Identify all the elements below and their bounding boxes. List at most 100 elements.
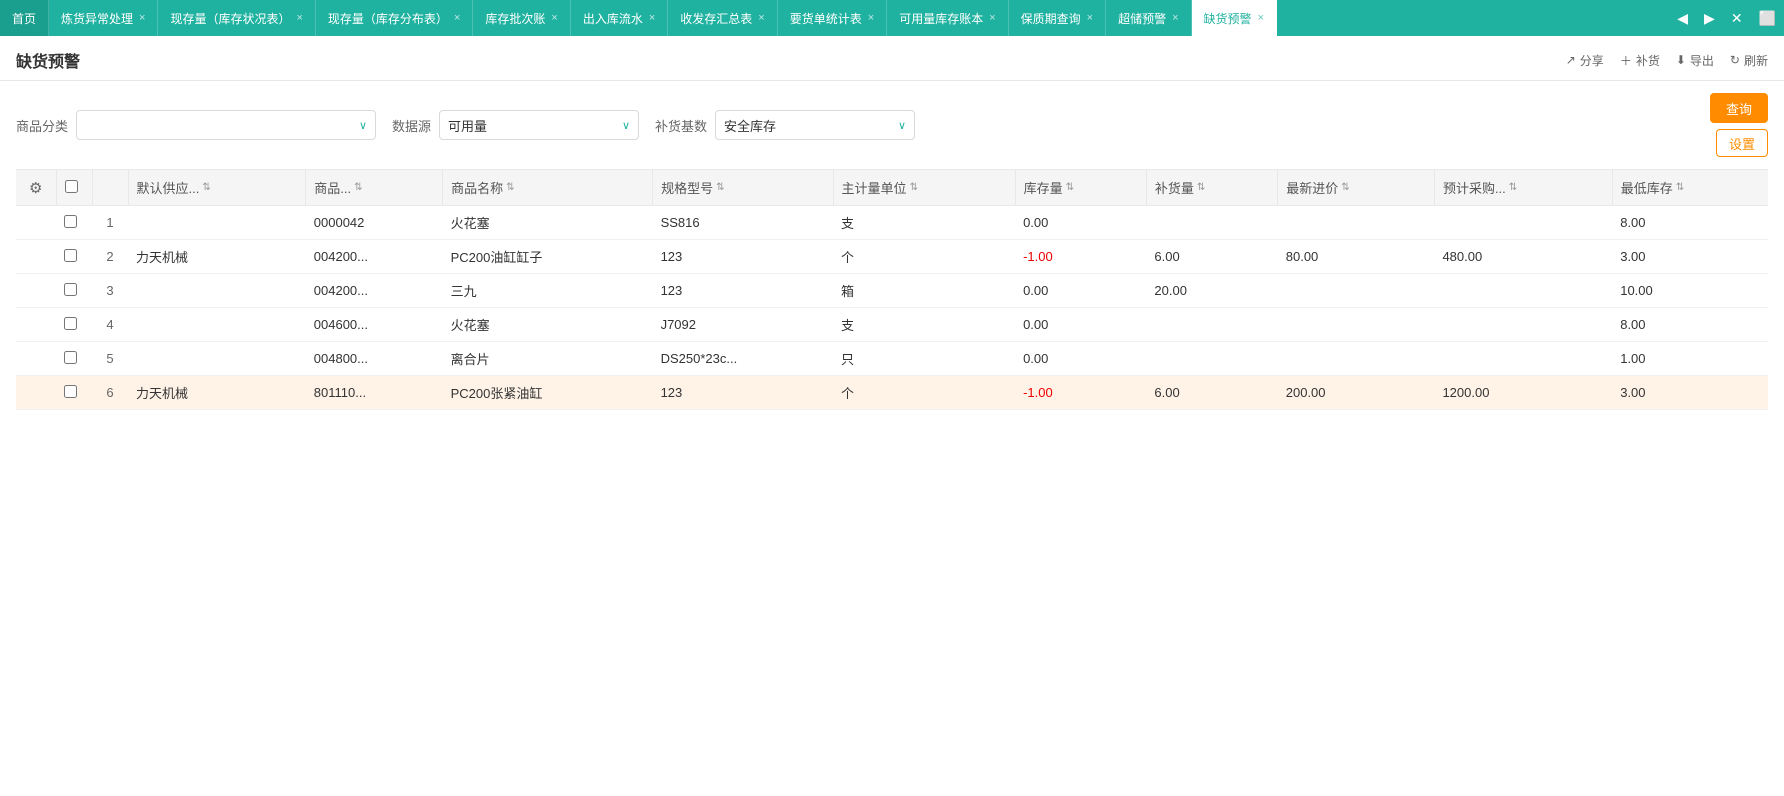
- tab-home[interactable]: 首页: [0, 0, 49, 36]
- th-est-purchase[interactable]: 预计采购... ⇅: [1434, 170, 1612, 206]
- tab-overstock[interactable]: 超储预警 ×: [1106, 0, 1191, 36]
- row-checkbox-1[interactable]: [64, 249, 77, 262]
- tab-available-ledger-close[interactable]: ×: [989, 12, 995, 24]
- tab-recv-summary-label: 收发存汇总表: [680, 10, 752, 27]
- th-stock[interactable]: 库存量 ⇅: [1015, 170, 1146, 206]
- gear-settings-icon[interactable]: ⚙: [29, 180, 42, 197]
- select-all-checkbox[interactable]: [65, 180, 78, 193]
- main-content: 缺货预警 ↗ 分享 ＋ 补货 ⬇ 导出 ↻ 刷新 商品分类: [0, 36, 1784, 796]
- tab-expiry-query[interactable]: 保质期查询 ×: [1009, 0, 1106, 36]
- cell-min-stock-1: 3.00: [1612, 240, 1768, 274]
- cell-checkbox-2: [56, 274, 92, 308]
- cell-est-purchase-4: [1434, 342, 1612, 376]
- tab-available-ledger[interactable]: 可用量库存账本 ×: [887, 0, 1008, 36]
- refresh-button[interactable]: ↻ 刷新: [1730, 52, 1768, 69]
- cell-rownum-3: 4: [92, 308, 128, 342]
- tab-inventory-status-label: 现存量（库存状况表）: [170, 10, 290, 27]
- cell-unit-2: 箱: [833, 274, 1015, 308]
- th-min-stock-label: 最低库存: [1621, 178, 1673, 197]
- row-checkbox-2[interactable]: [64, 283, 77, 296]
- tab-shortage[interactable]: 缺货预警 ×: [1192, 0, 1277, 36]
- table-row: 1 0000042 火花塞 SS816 支 0.00 8.00: [16, 206, 1768, 240]
- query-button[interactable]: 查询: [1710, 93, 1768, 123]
- tab-shortage-close[interactable]: ×: [1258, 12, 1264, 24]
- cell-code-4: 004800...: [306, 342, 443, 376]
- th-default-supplier[interactable]: 默认供应... ⇅: [128, 170, 306, 206]
- shortage-table: ⚙ 默认供应... ⇅ 商品..: [16, 169, 1768, 410]
- share-label: 分享: [1580, 52, 1604, 69]
- tab-inventory-dist-close[interactable]: ×: [454, 12, 460, 24]
- cell-checkbox-3: [56, 308, 92, 342]
- export-label: 导出: [1690, 52, 1714, 69]
- cell-name-3: 火花塞: [443, 308, 653, 342]
- datasource-select[interactable]: 可用量 ∨: [439, 110, 639, 140]
- cell-gear-4: [16, 342, 56, 376]
- row-checkbox-3[interactable]: [64, 317, 77, 330]
- th-replenish-qty[interactable]: 补货量 ⇅: [1146, 170, 1277, 206]
- tab-recv-summary-close[interactable]: ×: [758, 12, 764, 24]
- tab-inventory-dist[interactable]: 现存量（库存分布表） ×: [316, 0, 473, 36]
- cell-unit-1: 个: [833, 240, 1015, 274]
- cell-min-stock-0: 8.00: [1612, 206, 1768, 240]
- th-product-name-label: 商品名称: [451, 178, 503, 197]
- cell-checkbox-1: [56, 240, 92, 274]
- tab-recv-summary[interactable]: 收发存汇总表 ×: [668, 0, 777, 36]
- cell-stock-3: 0.00: [1015, 308, 1146, 342]
- product-code-sort-icon: ⇅: [354, 182, 362, 193]
- replenish-base-filter-label: 补货基数: [655, 116, 707, 135]
- row-checkbox-0[interactable]: [64, 215, 77, 228]
- replenish-base-filter-group: 补货基数 安全库存 ∨: [655, 110, 915, 140]
- tab-inout-flow-close[interactable]: ×: [649, 12, 655, 24]
- tab-batch-account[interactable]: 库存批次账 ×: [473, 0, 570, 36]
- cell-spec-2: 123: [653, 274, 833, 308]
- cell-replenish-2: 20.00: [1146, 274, 1277, 308]
- tab-batch-account-close[interactable]: ×: [551, 12, 557, 24]
- th-product-name[interactable]: 商品名称 ⇅: [443, 170, 653, 206]
- cell-supplier-4: [128, 342, 306, 376]
- replenish-base-select[interactable]: 安全库存 ∨: [715, 110, 915, 140]
- tab-inout-flow[interactable]: 出入库流水 ×: [571, 0, 668, 36]
- tab-home-label: 首页: [12, 10, 36, 27]
- cell-spec-4: DS250*23c...: [653, 342, 833, 376]
- category-select[interactable]: ∨: [76, 110, 376, 140]
- tab-inout-flow-label: 出入库流水: [583, 10, 643, 27]
- tab-prev-button[interactable]: ◀: [1669, 0, 1696, 36]
- th-spec[interactable]: 规格型号 ⇅: [653, 170, 833, 206]
- th-min-stock[interactable]: 最低库存 ⇅: [1612, 170, 1768, 206]
- th-unit-label: 主计量单位: [842, 178, 907, 197]
- tab-inventory-status[interactable]: 现存量（库存状况表） ×: [158, 0, 315, 36]
- cell-stock-1: -1.00: [1015, 240, 1146, 274]
- export-button[interactable]: ⬇ 导出: [1676, 52, 1714, 69]
- cell-checkbox-4: [56, 342, 92, 376]
- tab-maximize-button[interactable]: ⬜: [1751, 0, 1784, 36]
- tab-inventory-status-close[interactable]: ×: [296, 12, 302, 24]
- replenish-base-chevron-icon: ∨: [898, 119, 906, 132]
- tab-abnormal-label: 炼货异常处理: [61, 10, 133, 27]
- tab-order-stats[interactable]: 要货单统计表 ×: [778, 0, 887, 36]
- th-latest-price-label: 最新进价: [1286, 178, 1338, 197]
- th-product-code[interactable]: 商品... ⇅: [306, 170, 443, 206]
- tab-order-stats-close[interactable]: ×: [868, 12, 874, 24]
- tab-abnormal[interactable]: 炼货异常处理 ×: [49, 0, 158, 36]
- th-latest-price[interactable]: 最新进价 ⇅: [1278, 170, 1435, 206]
- tab-expiry-query-label: 保质期查询: [1021, 10, 1081, 27]
- datasource-filter-group: 数据源 可用量 ∨: [392, 110, 639, 140]
- tab-next-button[interactable]: ▶: [1696, 0, 1723, 36]
- product-name-sort-icon: ⇅: [506, 182, 514, 193]
- tab-window-menu-button[interactable]: ✕: [1723, 0, 1751, 36]
- th-unit[interactable]: 主计量单位 ⇅: [833, 170, 1015, 206]
- share-button[interactable]: ↗ 分享: [1566, 52, 1604, 69]
- cell-gear-1: [16, 240, 56, 274]
- est-purchase-sort-icon: ⇅: [1509, 182, 1517, 193]
- cell-est-purchase-0: [1434, 206, 1612, 240]
- replenish-button[interactable]: ＋ 补货: [1620, 52, 1660, 69]
- tab-abnormal-close[interactable]: ×: [139, 12, 145, 24]
- cell-latest-price-4: [1278, 342, 1435, 376]
- row-checkbox-5[interactable]: [64, 385, 77, 398]
- settings-button[interactable]: 设置: [1716, 129, 1768, 157]
- row-checkbox-4[interactable]: [64, 351, 77, 364]
- tab-overstock-close[interactable]: ×: [1172, 12, 1178, 24]
- cell-stock-5: -1.00: [1015, 376, 1146, 410]
- cell-code-3: 004600...: [306, 308, 443, 342]
- tab-expiry-query-close[interactable]: ×: [1087, 12, 1093, 24]
